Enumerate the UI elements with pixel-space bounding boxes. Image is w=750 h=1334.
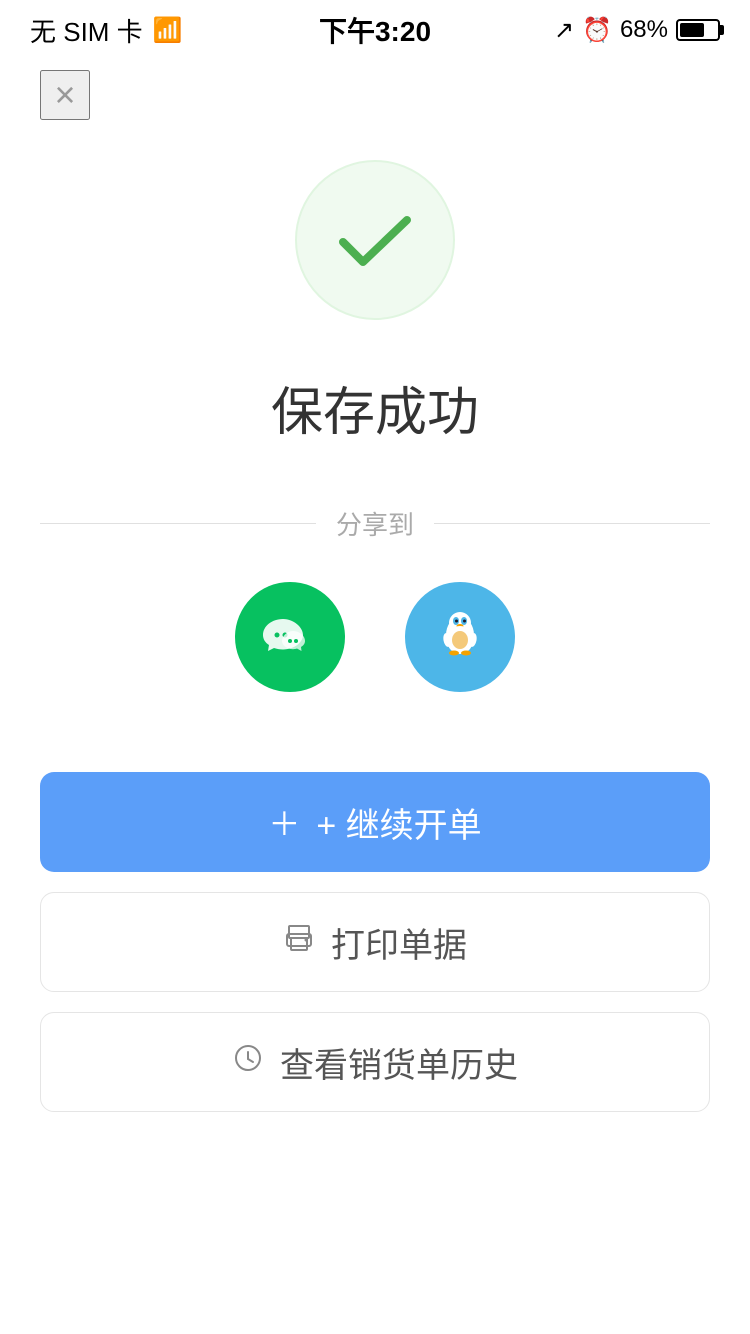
- carrier-text: 无 SIM 卡: [30, 12, 143, 49]
- main-content: 保存成功 分享到: [0, 60, 750, 1334]
- divider-right: [434, 523, 710, 524]
- wechat-share-button[interactable]: [235, 582, 345, 692]
- status-time: 下午3:20: [319, 10, 431, 50]
- divider-left: [40, 523, 316, 524]
- wifi-icon: 📶: [153, 16, 183, 45]
- status-left: 无 SIM 卡 📶: [30, 12, 183, 49]
- location-icon: ↗: [554, 16, 574, 45]
- status-bar: 无 SIM 卡 📶 下午3:20 ↗ ⏰ 68%: [0, 0, 750, 60]
- history-label: 查看销货单历史: [280, 1038, 518, 1087]
- continue-order-label: + 继续开单: [316, 798, 481, 847]
- continue-order-button[interactable]: ＋ + 继续开单: [40, 772, 710, 872]
- share-section: 分享到: [40, 505, 710, 692]
- share-label: 分享到: [336, 505, 414, 542]
- qq-logo-icon: [430, 607, 490, 667]
- divider-row: 分享到: [40, 505, 710, 542]
- success-title: 保存成功: [271, 370, 479, 445]
- print-button[interactable]: 打印单据: [40, 892, 710, 992]
- battery-icon: [676, 19, 720, 41]
- share-icons-row: [235, 582, 515, 692]
- clock-icon: [232, 1042, 264, 1082]
- buttons-section: ＋ + 继续开单 打印单据: [40, 772, 710, 1112]
- printer-icon: [283, 922, 315, 962]
- success-icon-circle: [295, 160, 455, 320]
- alarm-icon: ⏰: [582, 16, 612, 45]
- plus-icon: ＋: [268, 799, 300, 845]
- checkmark-icon: [335, 210, 415, 270]
- print-label: 打印单据: [331, 918, 467, 967]
- status-right: ↗ ⏰ 68%: [554, 16, 720, 45]
- wechat-logo-icon: [259, 611, 321, 663]
- battery-percent: 68%: [620, 16, 668, 44]
- history-button[interactable]: 查看销货单历史: [40, 1012, 710, 1112]
- qq-share-button[interactable]: [405, 582, 515, 692]
